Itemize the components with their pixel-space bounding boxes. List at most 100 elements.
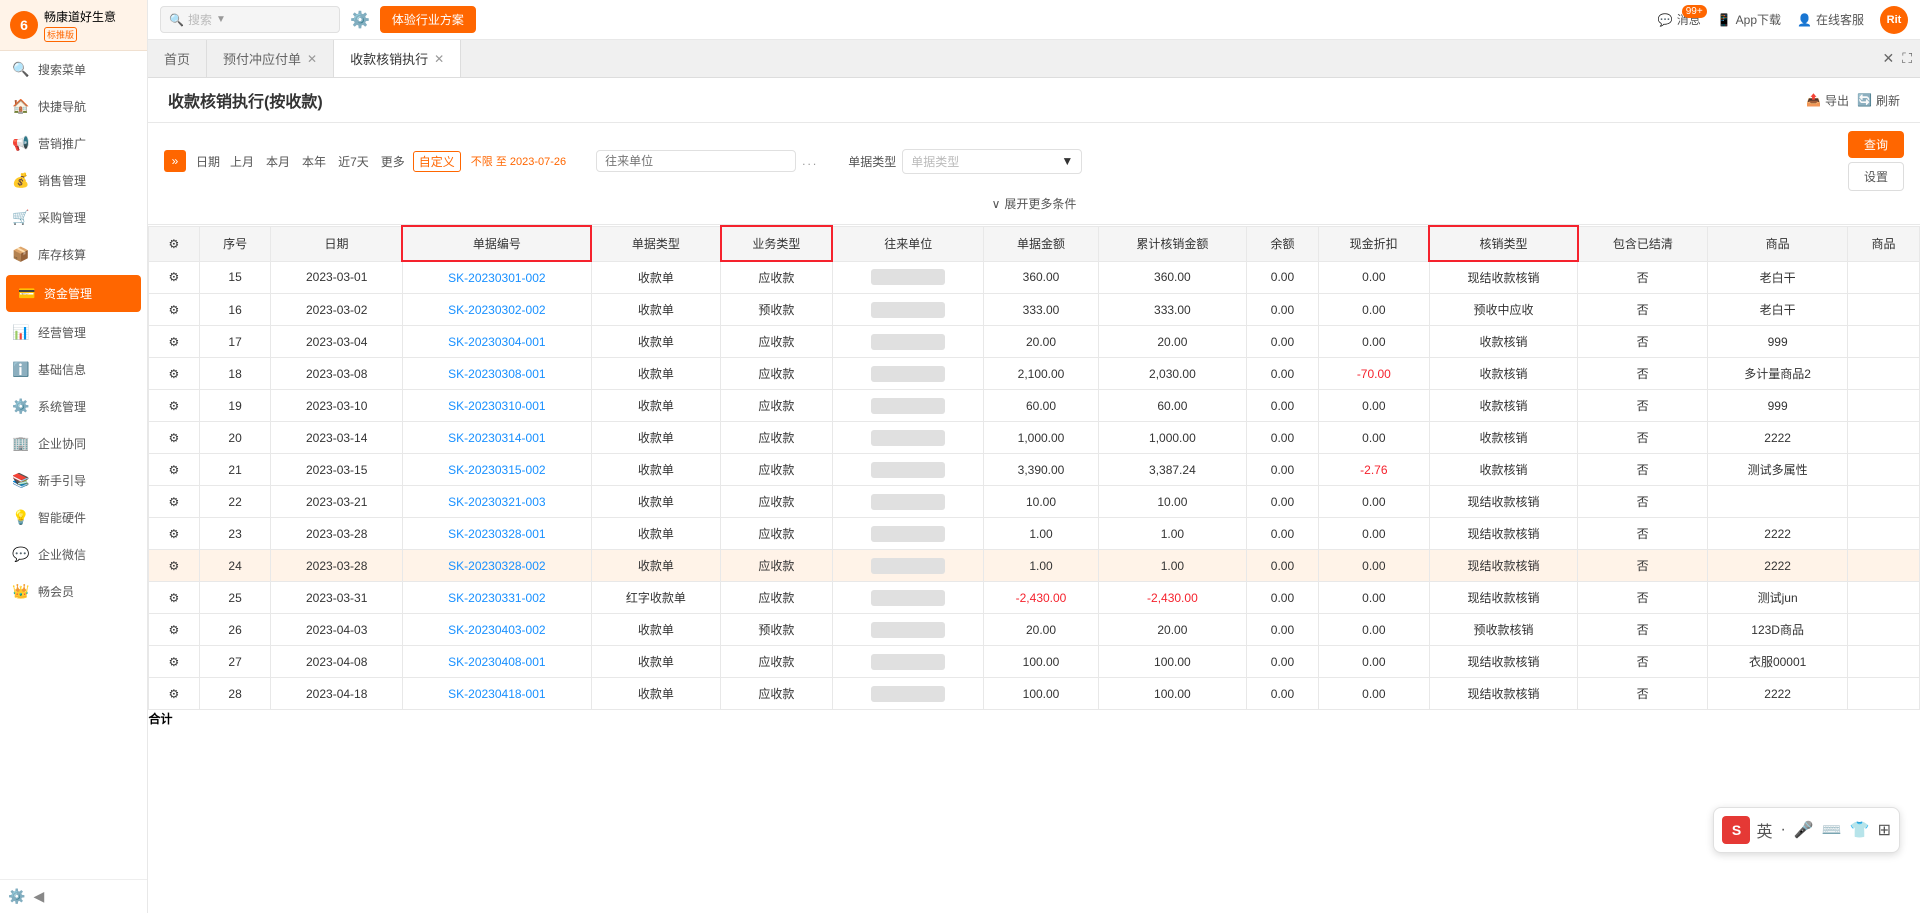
- td-unit: ████: [832, 614, 984, 646]
- app-download-btn[interactable]: 📱 App下载: [1717, 11, 1781, 28]
- td-no: 16: [199, 294, 271, 326]
- bill-no-link[interactable]: SK-20230315-002: [448, 463, 545, 477]
- td-biz_type: 预收款: [721, 614, 833, 646]
- bill-no-link[interactable]: SK-20230328-002: [448, 559, 545, 573]
- filter-date-last-month[interactable]: 上月: [226, 151, 258, 172]
- bill-no-link[interactable]: SK-20230308-001: [448, 367, 545, 381]
- filter-date-this-month[interactable]: 本月: [262, 151, 294, 172]
- filter-type-item: 单据类型 单据类型 ▼: [848, 149, 1082, 174]
- sidebar-item-basic[interactable]: ℹ️基础信息: [0, 351, 147, 388]
- bill-no-link[interactable]: SK-20230301-002: [448, 271, 545, 285]
- tab-close-receivable[interactable]: ✕: [434, 52, 444, 66]
- sidebar-item-system[interactable]: ⚙️系统管理: [0, 388, 147, 425]
- filter-date-more[interactable]: 更多: [377, 151, 409, 172]
- td-bill_type: 收款单: [591, 614, 720, 646]
- bill-no-link[interactable]: SK-20230403-002: [448, 623, 545, 637]
- td-settings: ⚙: [149, 550, 200, 582]
- td-settings: ⚙: [149, 422, 200, 454]
- filter-unit-input[interactable]: [596, 150, 796, 172]
- quicknav-icon: 🏠: [12, 98, 30, 115]
- sidebar-item-hardware[interactable]: 💡智能硬件: [0, 499, 147, 536]
- sidebar-item-guide[interactable]: 📚新手引导: [0, 462, 147, 499]
- filter-collapse-btn[interactable]: »: [164, 150, 186, 172]
- floating-dot-btn[interactable]: ·: [1781, 821, 1786, 839]
- online-service-btn[interactable]: 👤 在线客服: [1797, 11, 1864, 28]
- bill-no-link[interactable]: SK-20230321-003: [448, 495, 545, 509]
- marketing-label: 营销推广: [38, 135, 86, 152]
- filter-query-btn[interactable]: 查询: [1848, 131, 1904, 158]
- td-cancel_type: 收款核销: [1429, 358, 1577, 390]
- td-cash_discount: 0.00: [1318, 614, 1429, 646]
- tab-receivable[interactable]: 收款核销执行✕: [334, 40, 461, 77]
- td-bill_no: SK-20230304-001: [402, 326, 591, 358]
- td-include_cleared: 否: [1578, 486, 1708, 518]
- th-no: 序号: [199, 226, 271, 261]
- tabbar-fullscreen-icon[interactable]: ⛶: [1902, 50, 1912, 67]
- filter-settings-btn[interactable]: 设置: [1848, 162, 1904, 191]
- topbar-search[interactable]: 🔍 搜索 ▼: [160, 6, 340, 33]
- td-bill_type: 红字收款单: [591, 582, 720, 614]
- td-unit: ████: [832, 646, 984, 678]
- industry-btn[interactable]: 体验行业方案: [380, 6, 476, 33]
- sidebar-item-marketing[interactable]: 📢营销推广: [0, 125, 147, 162]
- sidebar-item-wechat[interactable]: 💬企业微信: [0, 536, 147, 573]
- bill-no-link[interactable]: SK-20230304-001: [448, 335, 545, 349]
- floating-keyboard-btn[interactable]: ⌨️: [1822, 820, 1842, 840]
- sidebar-item-inventory[interactable]: 📦库存核算: [0, 236, 147, 273]
- sidebar-collapse-icon[interactable]: ◀: [33, 888, 44, 905]
- filter-date-this-year[interactable]: 本年: [298, 151, 330, 172]
- td-product2: [1848, 454, 1920, 486]
- tab-close-payable[interactable]: ✕: [307, 52, 317, 66]
- notification-btn[interactable]: 💬 消息 99+: [1658, 11, 1701, 28]
- refresh-btn[interactable]: 🔄 刷新: [1857, 92, 1900, 109]
- floating-mic-btn[interactable]: 🎤: [1794, 820, 1814, 840]
- td-date: 2023-03-02: [271, 294, 402, 326]
- bill-no-link[interactable]: SK-20230302-002: [448, 303, 545, 317]
- tab-home[interactable]: 首页: [148, 40, 207, 77]
- bill-no-link[interactable]: SK-20230408-001: [448, 655, 545, 669]
- topbar: 🔍 搜索 ▼ ⚙️ 体验行业方案 💬 消息 99+ 📱 App下载 👤 在线客服…: [148, 0, 1920, 40]
- sidebar-item-company[interactable]: 🏢企业协同: [0, 425, 147, 462]
- td-cash_discount: -2.76: [1318, 454, 1429, 486]
- td-balance: 0.00: [1247, 422, 1319, 454]
- bill-no-link[interactable]: SK-20230331-002: [448, 591, 545, 605]
- floating-shirt-btn[interactable]: 👕: [1850, 820, 1870, 840]
- bill-no-link[interactable]: SK-20230418-001: [448, 687, 545, 701]
- floating-english-btn[interactable]: 英: [1756, 818, 1772, 842]
- search-dropdown-icon[interactable]: ▼: [216, 14, 226, 25]
- filter-date-7days[interactable]: 近7天: [334, 151, 373, 172]
- td-amount: 1.00: [984, 550, 1098, 582]
- th-amount: 单据金额: [984, 226, 1098, 261]
- filter-type-select[interactable]: 单据类型 ▼: [902, 149, 1082, 174]
- filter-expand-btn[interactable]: ∨ 展开更多条件: [992, 195, 1077, 212]
- export-btn[interactable]: 📤 导出: [1806, 92, 1849, 109]
- td-bill_type: 收款单: [591, 646, 720, 678]
- filter-date-custom[interactable]: 自定义: [413, 151, 461, 172]
- topbar-settings-icon[interactable]: ⚙️: [350, 10, 370, 30]
- sidebar-item-quicknav[interactable]: 🏠快捷导航: [0, 88, 147, 125]
- td-cancel_type: 现结收款核销: [1429, 486, 1577, 518]
- sidebar-item-search[interactable]: 🔍搜索菜单: [0, 51, 147, 88]
- sidebar-item-finance[interactable]: 💳资金管理: [6, 275, 141, 312]
- sidebar-item-operations[interactable]: 📊经营管理: [0, 314, 147, 351]
- guide-label: 新手引导: [38, 472, 86, 489]
- sidebar-item-member[interactable]: 👑畅会员: [0, 573, 147, 610]
- table-row: ⚙192023-03-10SK-20230310-001收款单应收款████60…: [149, 390, 1920, 422]
- td-amount: 100.00: [984, 678, 1098, 710]
- bill-no-link[interactable]: SK-20230328-001: [448, 527, 545, 541]
- td-settings: ⚙: [149, 358, 200, 390]
- sidebar-item-purchase[interactable]: 🛒采购管理: [0, 199, 147, 236]
- td-biz_type: 应收款: [721, 646, 833, 678]
- td-product2: [1848, 358, 1920, 390]
- tab-payable[interactable]: 预付冲应付单✕: [207, 40, 334, 77]
- bill-no-link[interactable]: SK-20230314-001: [448, 431, 545, 445]
- unit-masked: ████: [871, 526, 945, 542]
- td-total_cancel: 2,030.00: [1098, 358, 1246, 390]
- bill-no-link[interactable]: SK-20230310-001: [448, 399, 545, 413]
- sidebar-item-sales[interactable]: 💰销售管理: [0, 162, 147, 199]
- user-avatar[interactable]: Rit: [1880, 6, 1908, 34]
- sidebar-settings-icon[interactable]: ⚙️: [8, 888, 25, 905]
- floating-grid-btn[interactable]: ⊞: [1878, 820, 1891, 840]
- td-unit: ████: [832, 326, 984, 358]
- tabbar-close-icon[interactable]: ✕: [1882, 50, 1894, 67]
